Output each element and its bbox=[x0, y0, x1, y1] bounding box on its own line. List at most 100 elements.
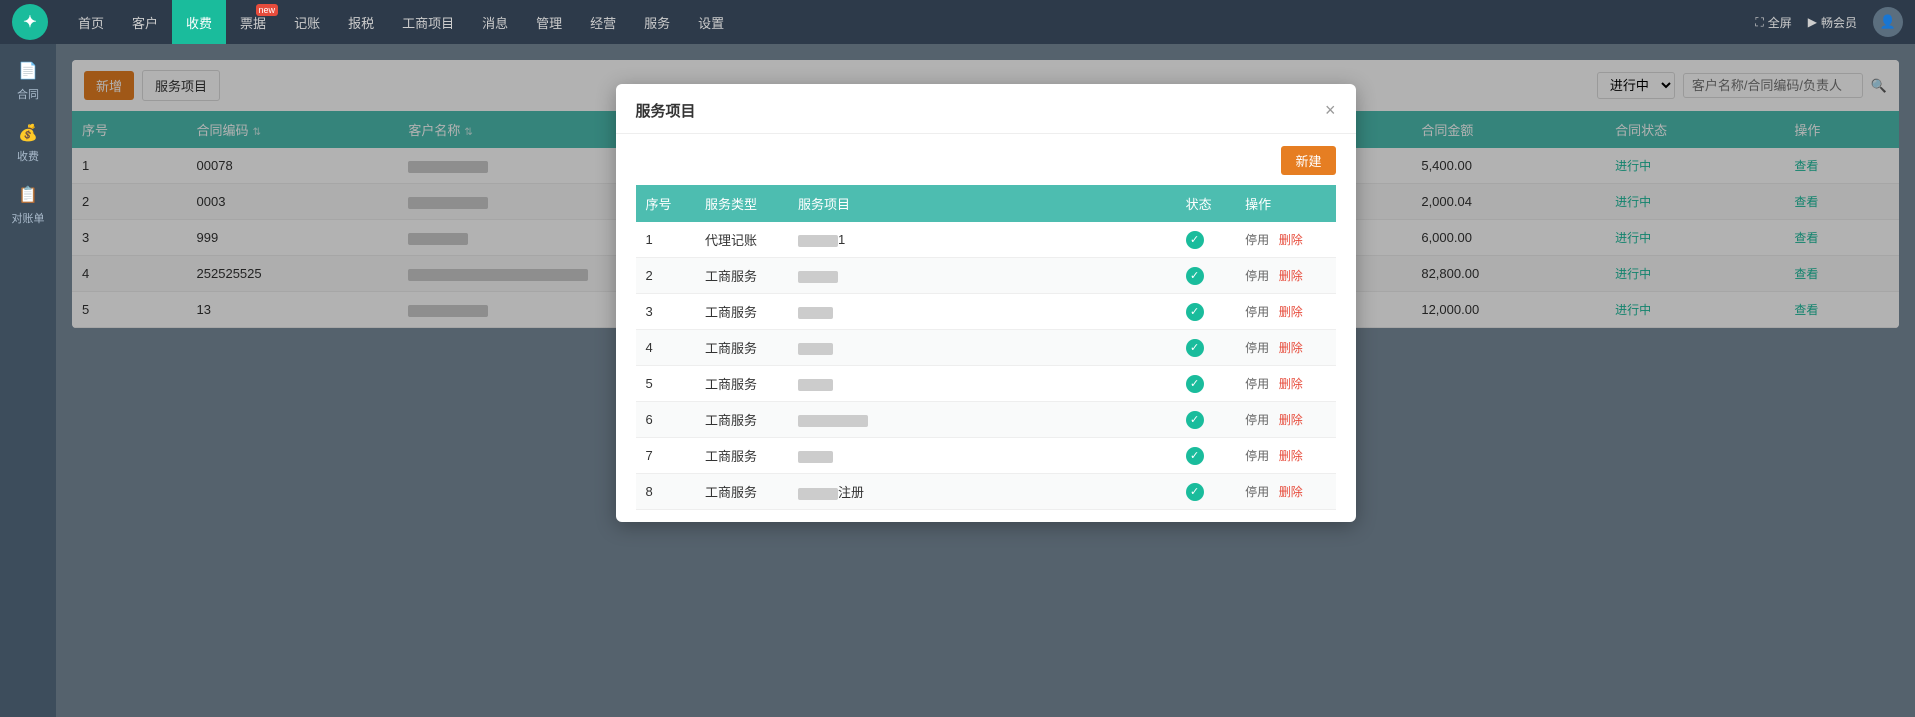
modal-cell-status: ✓ bbox=[1176, 402, 1235, 438]
modal-cell-item bbox=[788, 366, 1176, 402]
modal-cell-item: 1 bbox=[788, 222, 1176, 258]
fullscreen-button[interactable]: ⛶ 全屏 bbox=[1755, 14, 1791, 31]
delete-button[interactable]: 删除 bbox=[1279, 485, 1303, 499]
main-content: 新增 服务项目 进行中 已完成 已停止 🔍 序号 合同编码⇅ bbox=[56, 44, 1915, 717]
nav-menu: 首页 客户 收费 票据 new 记账 报税 工商项目 消息 管理 经营 服务 设… bbox=[64, 0, 1755, 44]
stop-button[interactable]: 停用 bbox=[1245, 413, 1269, 427]
avatar[interactable]: 👤 bbox=[1873, 7, 1903, 37]
nav-client[interactable]: 客户 bbox=[118, 0, 172, 44]
modal-cell-action: 停用 删除 bbox=[1235, 438, 1335, 474]
modal-header: 服务项目 × bbox=[616, 84, 1356, 134]
nav-fee[interactable]: 收费 bbox=[172, 0, 226, 44]
modal-cell-item bbox=[788, 402, 1176, 438]
modal-cell-action: 停用 删除 bbox=[1235, 258, 1335, 294]
modal-table-row: 8 工商服务 注册 ✓ 停用 删除 bbox=[636, 474, 1336, 510]
delete-button[interactable]: 删除 bbox=[1279, 269, 1303, 283]
delete-button[interactable]: 删除 bbox=[1279, 377, 1303, 391]
modal-cell-item: 注册 bbox=[788, 474, 1176, 510]
modal-cell-type: 工商服务 bbox=[695, 438, 788, 474]
modal-cell-status: ✓ bbox=[1176, 258, 1235, 294]
status-check-icon: ✓ bbox=[1186, 411, 1204, 429]
modal-close-button[interactable]: × bbox=[1325, 100, 1336, 121]
modal-cell-status: ✓ bbox=[1176, 330, 1235, 366]
play-icon: ▶ bbox=[1808, 15, 1817, 29]
modal-body: 新建 序号 服务类型 服务项目 状态 操作 bbox=[616, 134, 1356, 522]
stop-button[interactable]: 停用 bbox=[1245, 305, 1269, 319]
stop-button[interactable]: 停用 bbox=[1245, 377, 1269, 391]
delete-button[interactable]: 删除 bbox=[1279, 449, 1303, 463]
sidebar-item-reconcile[interactable]: 📋 对账单 bbox=[3, 176, 53, 234]
nav-commerce[interactable]: 工商项目 bbox=[388, 0, 468, 44]
modal-overlay: 服务项目 × 新建 序号 服务类型 服务项目 bbox=[56, 44, 1915, 717]
modal-table-row: 6 工商服务 ✓ 停用 删除 bbox=[636, 402, 1336, 438]
modal-cell-seq: 4 bbox=[636, 330, 695, 366]
nav-operation[interactable]: 经营 bbox=[576, 0, 630, 44]
main-layout: 📄 合同 💰 收费 📋 对账单 新增 服务项目 进行中 已完成 已停止 bbox=[0, 44, 1915, 717]
modal-table-row: 1 代理记账 1 ✓ 停用 删除 bbox=[636, 222, 1336, 258]
stop-button[interactable]: 停用 bbox=[1245, 485, 1269, 499]
modal-cell-type: 代理记账 bbox=[695, 222, 788, 258]
modal-cell-seq: 2 bbox=[636, 258, 695, 294]
stop-button[interactable]: 停用 bbox=[1245, 341, 1269, 355]
modal-cell-action: 停用 删除 bbox=[1235, 330, 1335, 366]
modal-title: 服务项目 bbox=[636, 100, 696, 121]
modal-cell-seq: 6 bbox=[636, 402, 695, 438]
modal-table-row: 2 工商服务 ✓ 停用 删除 bbox=[636, 258, 1336, 294]
modal-cell-status: ✓ bbox=[1176, 474, 1235, 510]
status-check-icon: ✓ bbox=[1186, 303, 1204, 321]
modal-cell-action: 停用 删除 bbox=[1235, 402, 1335, 438]
delete-button[interactable]: 删除 bbox=[1279, 233, 1303, 247]
status-check-icon: ✓ bbox=[1186, 375, 1204, 393]
nav-invoice[interactable]: 票据 new bbox=[226, 0, 280, 44]
stop-button[interactable]: 停用 bbox=[1245, 269, 1269, 283]
modal-table-row: 4 工商服务 ✓ 停用 删除 bbox=[636, 330, 1336, 366]
stop-button[interactable]: 停用 bbox=[1245, 449, 1269, 463]
modal-cell-item bbox=[788, 294, 1176, 330]
modal-toolbar: 新建 bbox=[636, 146, 1336, 175]
modal-cell-action: 停用 删除 bbox=[1235, 474, 1335, 510]
status-check-icon: ✓ bbox=[1186, 339, 1204, 357]
delete-button[interactable]: 删除 bbox=[1279, 341, 1303, 355]
modal-col-seq: 序号 bbox=[636, 185, 695, 222]
new-service-button[interactable]: 新建 bbox=[1281, 146, 1335, 175]
sidebar-item-contract[interactable]: 📄 合同 bbox=[3, 52, 53, 110]
sidebar-item-fee[interactable]: 💰 收费 bbox=[3, 114, 53, 172]
modal-cell-type: 工商服务 bbox=[695, 258, 788, 294]
modal-col-type: 服务类型 bbox=[695, 185, 788, 222]
new-badge: new bbox=[256, 4, 279, 16]
service-table: 序号 服务类型 服务项目 状态 操作 1 代理记账 1 ✓ bbox=[636, 185, 1336, 510]
modal-cell-type: 工商服务 bbox=[695, 366, 788, 402]
nav-settings[interactable]: 设置 bbox=[684, 0, 738, 44]
modal-cell-status: ✓ bbox=[1176, 366, 1235, 402]
nav-tax[interactable]: 报税 bbox=[334, 0, 388, 44]
modal-cell-seq: 1 bbox=[636, 222, 695, 258]
nav-service[interactable]: 服务 bbox=[630, 0, 684, 44]
nav-manage[interactable]: 管理 bbox=[522, 0, 576, 44]
nav-bookkeeping[interactable]: 记账 bbox=[280, 0, 334, 44]
modal-cell-seq: 8 bbox=[636, 474, 695, 510]
status-check-icon: ✓ bbox=[1186, 483, 1204, 501]
delete-button[interactable]: 删除 bbox=[1279, 305, 1303, 319]
member-button[interactable]: ▶ 畅会员 bbox=[1808, 14, 1857, 31]
delete-button[interactable]: 删除 bbox=[1279, 413, 1303, 427]
modal-cell-type: 工商服务 bbox=[695, 294, 788, 330]
modal-table-row: 7 工商服务 ✓ 停用 删除 bbox=[636, 438, 1336, 474]
nav-right: ⛶ 全屏 ▶ 畅会员 👤 bbox=[1755, 7, 1903, 37]
modal-cell-item bbox=[788, 330, 1176, 366]
modal-cell-type: 工商服务 bbox=[695, 474, 788, 510]
nav-home[interactable]: 首页 bbox=[64, 0, 118, 44]
user-icon: 👤 bbox=[1880, 14, 1896, 30]
modal-cell-action: 停用 删除 bbox=[1235, 366, 1335, 402]
modal-cell-action: 停用 删除 bbox=[1235, 222, 1335, 258]
reconcile-icon: 📋 bbox=[17, 184, 39, 206]
fullscreen-icon: ⛶ bbox=[1755, 15, 1763, 30]
modal-cell-item bbox=[788, 438, 1176, 474]
stop-button[interactable]: 停用 bbox=[1245, 233, 1269, 247]
nav-message[interactable]: 消息 bbox=[468, 0, 522, 44]
modal-header-row: 序号 服务类型 服务项目 状态 操作 bbox=[636, 185, 1336, 222]
modal-col-action: 操作 bbox=[1235, 185, 1335, 222]
status-check-icon: ✓ bbox=[1186, 267, 1204, 285]
modal-col-item: 服务项目 bbox=[788, 185, 1176, 222]
modal-cell-seq: 7 bbox=[636, 438, 695, 474]
modal-cell-status: ✓ bbox=[1176, 294, 1235, 330]
